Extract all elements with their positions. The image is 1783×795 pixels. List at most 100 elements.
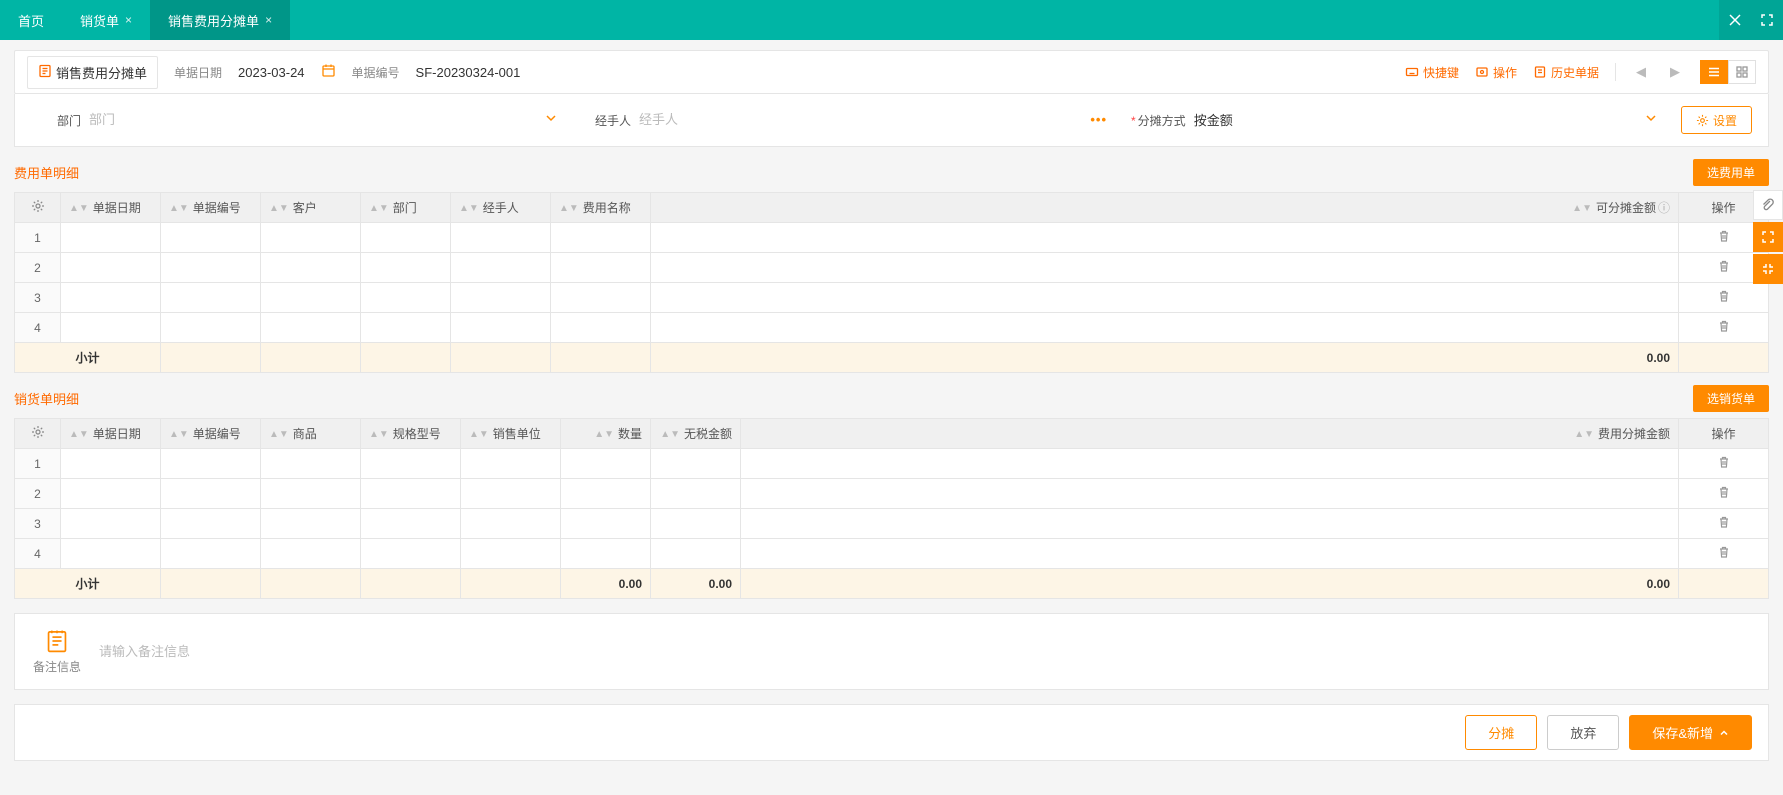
prev-record-button[interactable]: ◀ [1632,64,1650,80]
col-number[interactable]: ▲▼单据编号 [161,419,261,449]
form-row: 部门 经手人 ••• *分摊方式 按金额 [14,94,1769,147]
trash-icon [1717,455,1731,469]
handler-input[interactable] [639,108,1090,131]
gear-icon [31,425,45,439]
collapse-button[interactable] [1753,254,1783,284]
trash-icon [1717,485,1731,499]
date-label: 单据日期 [174,64,222,81]
col-date[interactable]: ▲▼单据日期 [61,193,161,223]
settings-button[interactable]: 设置 [1681,106,1752,134]
col-alloc-amount[interactable]: ▲▼可分摊金额ⓘ [651,193,1679,223]
delete-row-button[interactable] [1717,548,1731,562]
table-settings-header[interactable] [15,419,61,449]
dept-label: 部门 [31,112,81,129]
number-value: SF-20230324-001 [416,65,521,80]
delete-row-button[interactable] [1717,518,1731,532]
col-alloc-amount[interactable]: ▲▼费用分摊金额 [741,419,1679,449]
date-value[interactable]: 2023-03-24 [238,65,305,80]
alloc-method-label: *分摊方式 [1131,112,1186,129]
window-fullscreen-button[interactable] [1751,0,1783,40]
chevron-down-icon[interactable] [1645,112,1657,127]
tab-home[interactable]: 首页 [0,0,62,40]
gear-icon [31,199,45,213]
collapse-icon [1760,261,1776,277]
table-row[interactable]: 3 [15,283,1769,313]
col-expense-name[interactable]: ▲▼费用名称 [551,193,651,223]
col-amount[interactable]: ▲▼无税金额 [651,419,741,449]
side-rail [1753,190,1783,286]
expand-button[interactable] [1753,222,1783,252]
dept-input[interactable] [89,108,545,131]
delete-row-button[interactable] [1717,488,1731,502]
delete-row-button[interactable] [1717,458,1731,472]
table-settings-header[interactable] [15,193,61,223]
tab-sales-order[interactable]: 销货单× [62,0,150,40]
number-label: 单据编号 [352,64,400,81]
handler-label: 经手人 [581,112,631,129]
col-handler[interactable]: ▲▼经手人 [451,193,551,223]
trash-icon [1717,289,1731,303]
col-date[interactable]: ▲▼单据日期 [61,419,161,449]
close-icon[interactable]: × [125,13,132,27]
delete-row-button[interactable] [1717,232,1731,246]
operate-link[interactable]: 操作 [1475,64,1517,81]
col-product[interactable]: ▲▼商品 [261,419,361,449]
document-header: 销售费用分摊单 单据日期 2023-03-24 单据编号 SF-20230324… [14,50,1769,94]
col-dept[interactable]: ▲▼部门 [361,193,451,223]
col-customer[interactable]: ▲▼客户 [261,193,361,223]
history-icon [1533,65,1547,79]
table-row[interactable]: 2 [15,253,1769,283]
document-type-tab[interactable]: 销售费用分摊单 [27,56,158,89]
calendar-icon[interactable] [321,63,336,81]
shortcut-link[interactable]: 快捷键 [1405,64,1459,81]
col-unit[interactable]: ▲▼销售单位 [461,419,561,449]
expense-subtotal-row: 小计 0.00 [15,343,1769,373]
expense-section-title: 费用单明细 [14,163,79,182]
col-number[interactable]: ▲▼单据编号 [161,193,261,223]
col-spec[interactable]: ▲▼规格型号 [361,419,461,449]
history-link[interactable]: 历史单据 [1533,64,1599,81]
remark-label: 备注信息 [33,658,81,675]
view-card-button[interactable] [1728,60,1756,84]
expand-icon [1760,229,1776,245]
sale-subtotal-row: 小计 0.00 0.00 0.00 [15,569,1769,599]
expense-section: 费用单明细 选费用单 ▲▼单据日期 ▲▼单据编号 ▲▼客户 ▲▼部门 ▲▼经手人… [14,159,1769,373]
paperclip-icon [1760,197,1776,213]
help-icon[interactable]: ⓘ [1658,201,1670,215]
view-list-button[interactable] [1700,60,1728,84]
trash-icon [1717,259,1731,273]
window-close-button[interactable] [1719,0,1751,40]
remark-input[interactable] [99,644,1750,659]
tab-expense-allocation[interactable]: 销售费用分摊单× [150,0,290,40]
alloc-method-select[interactable]: 按金额 [1194,106,1645,133]
save-new-button[interactable]: 保存&新增 [1629,715,1752,750]
more-icon[interactable]: ••• [1090,112,1107,127]
table-row[interactable]: 4 [15,539,1769,569]
chevron-down-icon[interactable] [545,112,557,127]
table-row[interactable]: 4 [15,313,1769,343]
next-record-button[interactable]: ▶ [1666,64,1684,80]
trash-icon [1717,515,1731,529]
discard-button[interactable]: 放弃 [1547,715,1619,750]
trash-icon [1717,319,1731,333]
table-row[interactable]: 1 [15,449,1769,479]
table-row[interactable]: 1 [15,223,1769,253]
table-row[interactable]: 3 [15,509,1769,539]
delete-row-button[interactable] [1717,322,1731,336]
top-tabs-bar: 首页 销货单× 销售费用分摊单× [0,0,1783,40]
trash-icon [1717,229,1731,243]
close-icon[interactable]: × [265,13,272,27]
select-sale-button[interactable]: 选销货单 [1693,385,1769,412]
select-expense-button[interactable]: 选费用单 [1693,159,1769,186]
delete-row-button[interactable] [1717,292,1731,306]
sale-section: 销货单明细 选销货单 ▲▼单据日期 ▲▼单据编号 ▲▼商品 ▲▼规格型号 ▲▼销… [14,385,1769,599]
allocate-button[interactable]: 分摊 [1465,715,1537,750]
sale-section-title: 销货单明细 [14,389,79,408]
delete-row-button[interactable] [1717,262,1731,276]
remark-box: 备注信息 [14,613,1769,690]
attachment-button[interactable] [1753,190,1783,220]
operate-icon [1475,65,1489,79]
table-row[interactable]: 2 [15,479,1769,509]
note-icon [44,628,70,654]
col-qty[interactable]: ▲▼数量 [561,419,651,449]
